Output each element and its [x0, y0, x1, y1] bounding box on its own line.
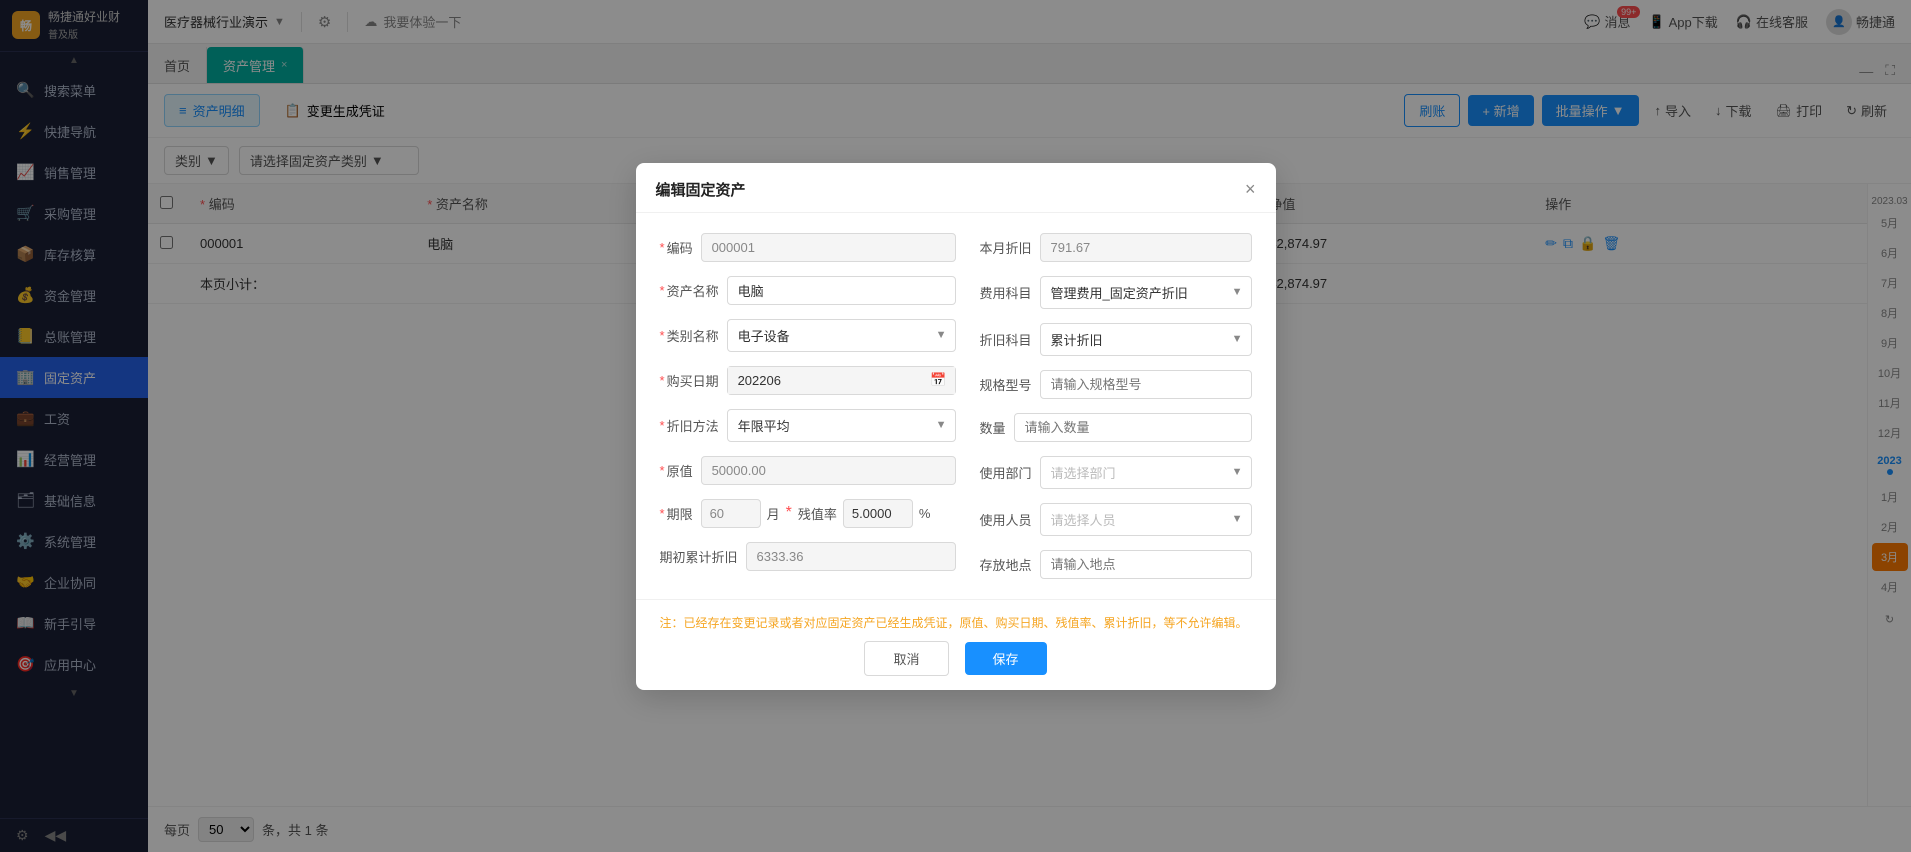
original-value-label: * 原值 [660, 461, 693, 480]
original-value-input[interactable] [701, 456, 956, 485]
storage-input[interactable] [1040, 550, 1252, 579]
form-row-depreciation-method: * 折旧方法 年限平均 ▼ [660, 409, 956, 442]
quantity-input[interactable] [1014, 413, 1252, 442]
initial-accumulated-label: 期初累计折旧 [660, 547, 738, 566]
form-row-code: * 编码 [660, 233, 956, 262]
form-row-initial-accumulated: 期初累计折旧 [660, 542, 956, 571]
quantity-label: 数量 [980, 418, 1006, 437]
depreciation-subject-label: 折旧科目 [980, 330, 1032, 349]
depreciation-subject-value: 累计折旧 [1041, 324, 1113, 355]
modal-title: 编辑固定资产 [656, 179, 746, 200]
form-row-purchase-date: * 购买日期 📅 [660, 366, 956, 395]
monthly-depreciation-label: 本月折旧 [980, 238, 1032, 257]
form-grid: * 编码 * 资产名称 [660, 233, 1252, 579]
save-btn[interactable]: 保存 [965, 642, 1047, 675]
cancel-btn[interactable]: 取消 [864, 641, 948, 676]
residual-rate-unit: % [919, 506, 931, 521]
period-label: * 期限 [660, 504, 693, 523]
depreciation-method-arrow-icon: ▼ [936, 419, 947, 431]
category-select-wrap: 电子设备 ▼ [727, 319, 956, 352]
category-arrow-icon: ▼ [936, 329, 947, 341]
form-left-col: * 编码 * 资产名称 [660, 233, 956, 579]
modal-note: 注：已经存在变更记录或者对应固定资产已经生成凭证，原值、购买日期、残值率、累计折… [660, 614, 1252, 631]
name-input[interactable] [727, 276, 956, 305]
form-row-category: * 类别名称 电子设备 ▼ [660, 319, 956, 352]
expense-subject-value: 管理费用_固定资产折旧 [1041, 277, 1198, 308]
initial-accumulated-input[interactable] [746, 542, 956, 571]
purchase-date-wrap: 📅 [727, 366, 956, 395]
department-placeholder: 请选择部门 [1041, 457, 1126, 488]
user-arrow-icon: ▼ [1232, 513, 1243, 525]
modal-header: 编辑固定资产 × [636, 163, 1276, 213]
period-row: 月 * 残值率 % [701, 499, 931, 528]
form-row-storage: 存放地点 [980, 550, 1252, 579]
depreciation-subject-arrow-icon: ▼ [1232, 333, 1243, 345]
period-unit: 月 [767, 504, 780, 523]
user-placeholder: 请选择人员 [1041, 504, 1126, 535]
department-arrow-icon: ▼ [1232, 466, 1243, 478]
modal-footer: 注：已经存在变更记录或者对应固定资产已经生成凭证，原值、购买日期、残值率、累计折… [636, 599, 1276, 690]
department-label: 使用部门 [980, 463, 1032, 482]
residual-rate-input[interactable] [843, 499, 913, 528]
form-row-monthly-depreciation: 本月折旧 [980, 233, 1252, 262]
form-right-col: 本月折旧 费用科目 管理费用_固定资产折旧 ▼ 折旧科目 [956, 233, 1252, 579]
storage-label: 存放地点 [980, 555, 1032, 574]
user-field-label: 使用人员 [980, 510, 1032, 529]
residual-rate-label: 残值率 [798, 504, 837, 523]
modal-close-btn[interactable]: × [1245, 179, 1256, 200]
spec-model-label: 规格型号 [980, 375, 1032, 394]
category-label: * 类别名称 [660, 326, 719, 345]
modal-buttons: 取消 保存 [660, 641, 1252, 676]
purchase-date-input[interactable] [728, 367, 955, 394]
expense-subject-label: 费用科目 [980, 283, 1032, 302]
purchase-date-label: * 购买日期 [660, 371, 719, 390]
form-row-department: 使用部门 请选择部门 ▼ [980, 456, 1252, 489]
expense-subject-select-wrap: 管理费用_固定资产折旧 ▼ [1040, 276, 1252, 309]
form-row-spec-model: 规格型号 [980, 370, 1252, 399]
user-select-wrap: 请选择人员 ▼ [1040, 503, 1252, 536]
depreciation-method-label: * 折旧方法 [660, 416, 719, 435]
department-select-wrap: 请选择部门 ▼ [1040, 456, 1252, 489]
form-row-name: * 资产名称 [660, 276, 956, 305]
monthly-depreciation-input[interactable] [1040, 233, 1252, 262]
depreciation-method-select-wrap: 年限平均 ▼ [727, 409, 956, 442]
expense-subject-arrow-icon: ▼ [1232, 286, 1243, 298]
form-row-user: 使用人员 请选择人员 ▼ [980, 503, 1252, 536]
modal-body: * 编码 * 资产名称 [636, 213, 1276, 599]
depreciation-subject-select-wrap: 累计折旧 ▼ [1040, 323, 1252, 356]
modal-overlay: 编辑固定资产 × * 编码 [0, 0, 1911, 852]
depreciation-method-value: 年限平均 [728, 410, 800, 441]
form-row-depreciation-subject: 折旧科目 累计折旧 ▼ [980, 323, 1252, 356]
category-value: 电子设备 [728, 320, 800, 351]
edit-modal: 编辑固定资产 × * 编码 [636, 163, 1276, 690]
period-input[interactable] [701, 499, 761, 528]
code-input[interactable] [701, 233, 956, 262]
form-row-period: * 期限 月 * 残值率 % [660, 499, 956, 528]
name-label: * 资产名称 [660, 281, 719, 300]
spec-model-input[interactable] [1040, 370, 1252, 399]
form-row-expense-subject: 费用科目 管理费用_固定资产折旧 ▼ [980, 276, 1252, 309]
code-label: * 编码 [660, 238, 693, 257]
form-row-quantity: 数量 [980, 413, 1252, 442]
form-row-original-value: * 原值 [660, 456, 956, 485]
